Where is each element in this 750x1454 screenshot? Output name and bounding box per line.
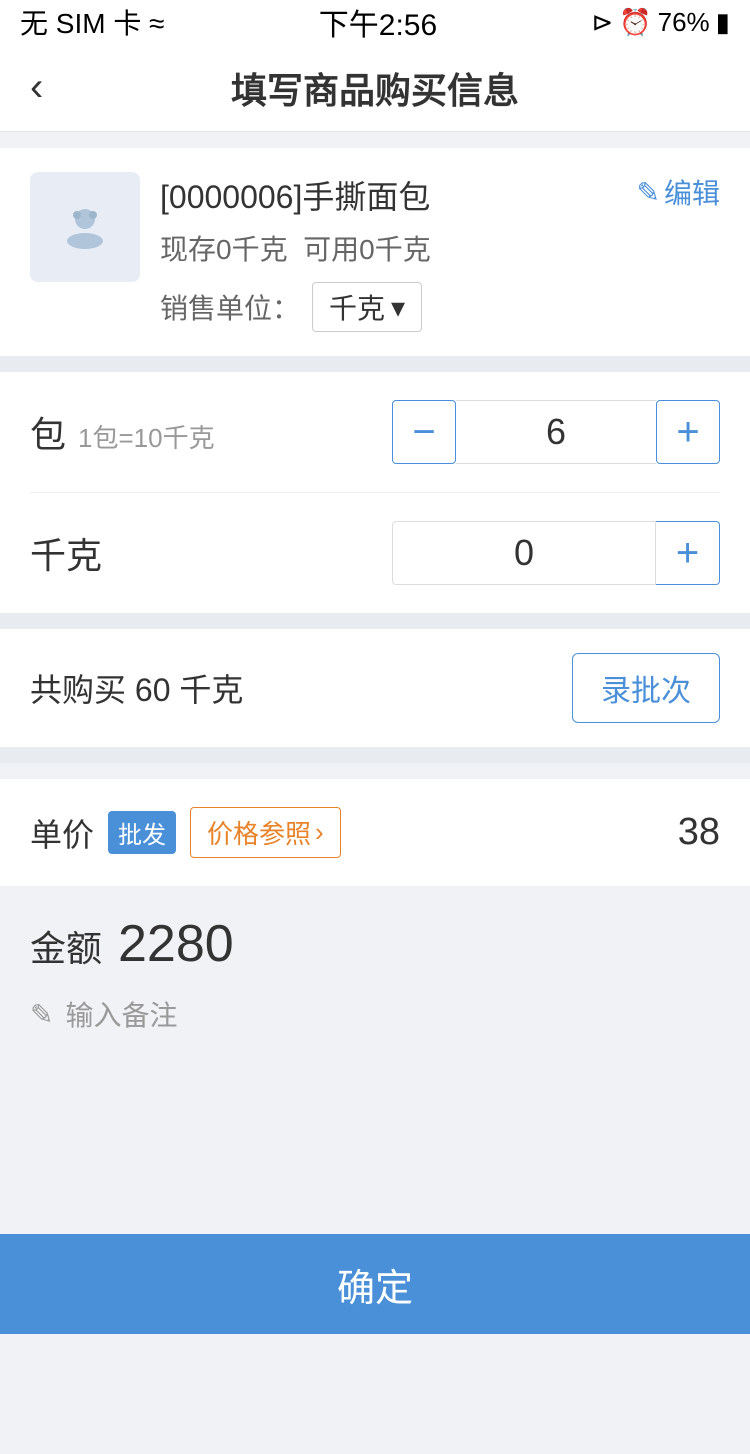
divider-1 [0,356,750,372]
remark-label: 输入备注 [65,994,177,1034]
chevron-down-icon: ▾ [391,291,405,324]
price-row: 单价 批发 价格参照 › 38 [30,807,720,858]
edit-icon: ✎ [637,176,660,209]
location-icon: ⊳ [591,7,613,38]
amount-value: 2280 [118,914,234,974]
amount-row: 金额 2280 [30,914,720,974]
status-bar: 无 SIM 卡 ≈ 下午2:56 ⊳ ⏰ 76% ▮ [0,0,750,44]
total-row: 共购买 60 千克 录批次 [0,629,750,747]
package-qty-control: − + [392,400,720,464]
package-row: 包 1包=10千克 − + [30,372,720,493]
kilogram-plus-button[interactable]: + [656,521,720,585]
price-left: 单价 批发 价格参照 › [30,807,341,858]
price-ref-label: 价格参照 [207,814,311,851]
batch-tag: 批发 [108,811,176,854]
battery-text: 76% [658,7,710,38]
package-plus-button[interactable]: + [656,400,720,464]
kilogram-label: 千克 [30,527,102,579]
package-qty-input[interactable] [456,400,656,464]
package-label-sub: 1包=10千克 [78,418,215,455]
edit-button[interactable]: ✎ 编辑 [637,172,720,212]
package-label: 包 1包=10千克 [30,406,215,458]
remark-row[interactable]: ✎ 输入备注 [30,994,720,1054]
edit-label: 编辑 [664,172,720,212]
back-button[interactable]: ‹ [30,65,43,110]
product-info: [0000006]手撕面包 ✎ 编辑 现存0千克 可用0千克 销售单位： 千克 … [160,172,720,332]
kilogram-row: 千克 + [30,493,720,613]
status-right: ⊳ ⏰ 76% ▮ [591,7,730,38]
divider-3 [0,747,750,763]
package-minus-button[interactable]: − [392,400,456,464]
confirm-bar[interactable]: 确定 [0,1234,750,1334]
product-name-row: [0000006]手撕面包 ✎ 编辑 [160,172,720,218]
total-text: 共购买 60 千克 [30,665,243,711]
sim-label: 无 SIM 卡 ≈ [20,2,165,42]
product-stock: 现存0千克 可用0千克 [160,228,720,268]
batch-button[interactable]: 录批次 [572,653,720,723]
product-image-placeholder [55,197,115,257]
chevron-right-icon: › [315,817,324,848]
alarm-icon: ⏰ [619,7,651,38]
nav-bar: ‹ 填写商品购买信息 [0,44,750,132]
package-section: 包 1包=10千克 − + 千克 + [0,372,750,613]
unit-label: 销售单位： [160,287,300,327]
product-name: [0000006]手撕面包 [160,172,430,218]
price-label: 单价 [30,810,94,856]
confirm-text: 确定 [337,1257,413,1312]
kilogram-label-main: 千克 [30,527,102,579]
page-title: 填写商品购买信息 [231,62,519,114]
product-card: [0000006]手撕面包 ✎ 编辑 现存0千克 可用0千克 销售单位： 千克 … [0,148,750,356]
divider-2 [0,613,750,629]
package-label-main: 包 [30,406,66,458]
amount-label: 金额 [30,920,102,972]
status-time: 下午2:56 [319,0,437,44]
status-left: 无 SIM 卡 ≈ [20,2,165,42]
amount-section: 金额 2280 ✎ 输入备注 [0,886,750,1054]
battery-icon: ▮ [716,7,730,38]
unit-select[interactable]: 千克 ▾ [312,282,422,332]
kilogram-qty-control: + [392,521,720,585]
product-thumbnail [30,172,140,282]
remark-icon: ✎ [30,998,53,1031]
price-value: 38 [678,811,720,854]
price-section: 单价 批发 价格参照 › 38 [0,779,750,886]
product-unit-row: 销售单位： 千克 ▾ [160,282,720,332]
price-ref-button[interactable]: 价格参照 › [190,807,341,858]
kilogram-qty-input[interactable] [392,521,656,585]
